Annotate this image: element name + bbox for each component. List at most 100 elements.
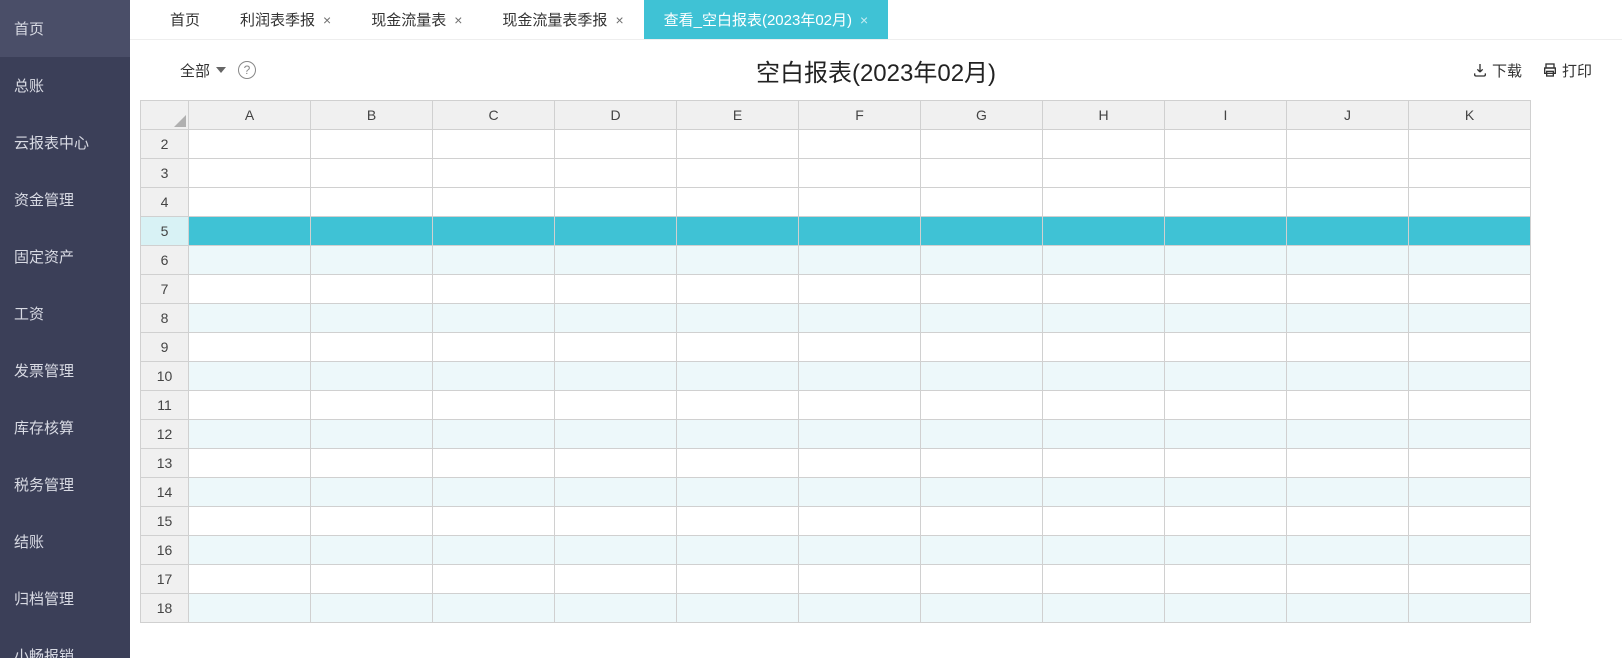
column-header-K[interactable]: K	[1409, 101, 1531, 130]
row-header-13[interactable]: 13	[141, 449, 189, 478]
cell-B13[interactable]	[311, 449, 433, 478]
cell-D17[interactable]	[555, 565, 677, 594]
cell-A5[interactable]	[189, 217, 311, 246]
sidebar-item-closing[interactable]: 结账	[0, 513, 130, 570]
cell-J8[interactable]	[1287, 304, 1409, 333]
tab-4[interactable]: 查看_空白报表(2023年02月)×	[644, 0, 889, 39]
download-button[interactable]: 下载	[1472, 60, 1522, 81]
cell-H10[interactable]	[1043, 362, 1165, 391]
close-icon[interactable]: ×	[454, 12, 462, 28]
cell-I10[interactable]	[1165, 362, 1287, 391]
cell-A16[interactable]	[189, 536, 311, 565]
cell-G5[interactable]	[921, 217, 1043, 246]
cell-E15[interactable]	[677, 507, 799, 536]
cell-G7[interactable]	[921, 275, 1043, 304]
cell-H5[interactable]	[1043, 217, 1165, 246]
cell-A2[interactable]	[189, 130, 311, 159]
cell-G16[interactable]	[921, 536, 1043, 565]
cell-A13[interactable]	[189, 449, 311, 478]
cell-H17[interactable]	[1043, 565, 1165, 594]
cell-E7[interactable]	[677, 275, 799, 304]
sidebar-item-archive[interactable]: 归档管理	[0, 570, 130, 627]
cell-J14[interactable]	[1287, 478, 1409, 507]
cell-K7[interactable]	[1409, 275, 1531, 304]
column-header-F[interactable]: F	[799, 101, 921, 130]
row-header-3[interactable]: 3	[141, 159, 189, 188]
cell-J3[interactable]	[1287, 159, 1409, 188]
sidebar-item-inventory[interactable]: 库存核算	[0, 399, 130, 456]
column-header-H[interactable]: H	[1043, 101, 1165, 130]
cell-A7[interactable]	[189, 275, 311, 304]
cell-D14[interactable]	[555, 478, 677, 507]
cell-A6[interactable]	[189, 246, 311, 275]
cell-J18[interactable]	[1287, 594, 1409, 623]
cell-H4[interactable]	[1043, 188, 1165, 217]
cell-G4[interactable]	[921, 188, 1043, 217]
cell-G9[interactable]	[921, 333, 1043, 362]
cell-J10[interactable]	[1287, 362, 1409, 391]
cell-H13[interactable]	[1043, 449, 1165, 478]
cell-E14[interactable]	[677, 478, 799, 507]
cell-C18[interactable]	[433, 594, 555, 623]
sidebar-item-invoice[interactable]: 发票管理	[0, 342, 130, 399]
cell-C10[interactable]	[433, 362, 555, 391]
cell-B3[interactable]	[311, 159, 433, 188]
cell-G14[interactable]	[921, 478, 1043, 507]
cell-E9[interactable]	[677, 333, 799, 362]
cell-A10[interactable]	[189, 362, 311, 391]
cell-K5[interactable]	[1409, 217, 1531, 246]
select-all-corner[interactable]	[141, 101, 189, 130]
cell-C3[interactable]	[433, 159, 555, 188]
sidebar-item-funds[interactable]: 资金管理	[0, 171, 130, 228]
cell-I18[interactable]	[1165, 594, 1287, 623]
cell-H12[interactable]	[1043, 420, 1165, 449]
cell-G10[interactable]	[921, 362, 1043, 391]
cell-B4[interactable]	[311, 188, 433, 217]
tab-0[interactable]: 首页	[150, 0, 220, 39]
cell-E3[interactable]	[677, 159, 799, 188]
cell-A14[interactable]	[189, 478, 311, 507]
cell-K8[interactable]	[1409, 304, 1531, 333]
cell-D4[interactable]	[555, 188, 677, 217]
cell-J17[interactable]	[1287, 565, 1409, 594]
sidebar-item-cloud-reports[interactable]: 云报表中心	[0, 114, 130, 171]
column-header-C[interactable]: C	[433, 101, 555, 130]
cell-D11[interactable]	[555, 391, 677, 420]
spreadsheet-grid[interactable]: ABCDEFGHIJK23456789101112131415161718	[140, 100, 1531, 623]
cell-F9[interactable]	[799, 333, 921, 362]
cell-J2[interactable]	[1287, 130, 1409, 159]
cell-C14[interactable]	[433, 478, 555, 507]
cell-F11[interactable]	[799, 391, 921, 420]
close-icon[interactable]: ×	[323, 12, 331, 28]
cell-I17[interactable]	[1165, 565, 1287, 594]
cell-E11[interactable]	[677, 391, 799, 420]
cell-B10[interactable]	[311, 362, 433, 391]
cell-B6[interactable]	[311, 246, 433, 275]
cell-H7[interactable]	[1043, 275, 1165, 304]
cell-F2[interactable]	[799, 130, 921, 159]
tab-1[interactable]: 利润表季报×	[220, 0, 351, 39]
cell-I16[interactable]	[1165, 536, 1287, 565]
cell-E8[interactable]	[677, 304, 799, 333]
cell-K18[interactable]	[1409, 594, 1531, 623]
cell-G6[interactable]	[921, 246, 1043, 275]
cell-F16[interactable]	[799, 536, 921, 565]
cell-G8[interactable]	[921, 304, 1043, 333]
cell-B15[interactable]	[311, 507, 433, 536]
cell-K4[interactable]	[1409, 188, 1531, 217]
cell-K3[interactable]	[1409, 159, 1531, 188]
cell-G18[interactable]	[921, 594, 1043, 623]
row-header-15[interactable]: 15	[141, 507, 189, 536]
cell-C7[interactable]	[433, 275, 555, 304]
tab-3[interactable]: 现金流量表季报×	[482, 0, 643, 39]
cell-A15[interactable]	[189, 507, 311, 536]
cell-G17[interactable]	[921, 565, 1043, 594]
cell-J7[interactable]	[1287, 275, 1409, 304]
row-header-14[interactable]: 14	[141, 478, 189, 507]
cell-H14[interactable]	[1043, 478, 1165, 507]
cell-D18[interactable]	[555, 594, 677, 623]
cell-K12[interactable]	[1409, 420, 1531, 449]
cell-F10[interactable]	[799, 362, 921, 391]
row-header-10[interactable]: 10	[141, 362, 189, 391]
cell-H9[interactable]	[1043, 333, 1165, 362]
